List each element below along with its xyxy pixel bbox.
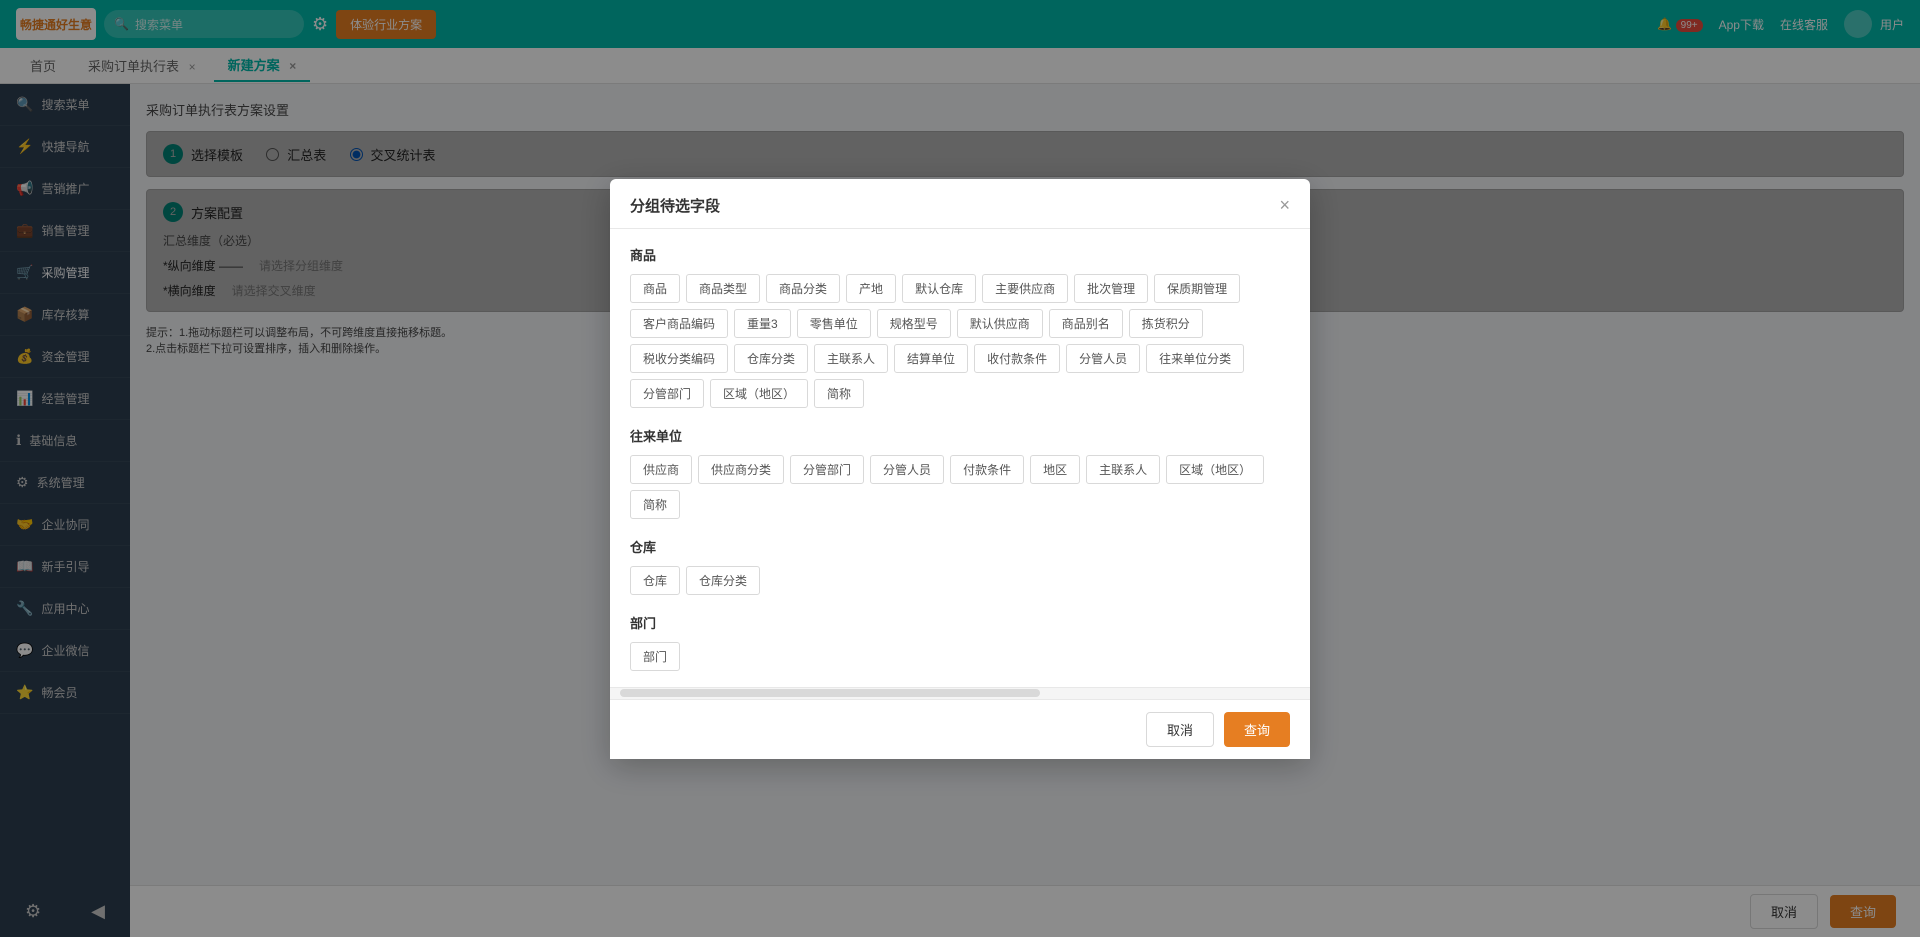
field-tag-warehouse[interactable]: 仓库 [630,566,680,595]
field-tag-main-contact-cp[interactable]: 主联系人 [1086,455,1160,484]
field-tag-retail-unit[interactable]: 零售单位 [797,309,871,338]
modal-confirm-btn[interactable]: 查询 [1224,712,1290,747]
field-group-counterpart: 往来单位 供应商 供应商分类 分管部门 分管人员 付款条件 地区 主联系人 区域… [630,426,1290,519]
field-tag-payment-condition[interactable]: 付款条件 [950,455,1024,484]
field-tag-counterpart-category[interactable]: 往来单位分类 [1146,344,1244,373]
field-tag-expiry-manage[interactable]: 保质期管理 [1154,274,1240,303]
field-tag-supplier[interactable]: 供应商 [630,455,692,484]
field-tag-short-name-cp[interactable]: 简称 [630,490,680,519]
field-tags-warehouse: 仓库 仓库分类 [630,566,1290,595]
field-tag-dept-managed-cp[interactable]: 分管部门 [790,455,864,484]
modal-cancel-btn[interactable]: 取消 [1146,712,1214,747]
field-tag-product-alias[interactable]: 商品别名 [1049,309,1123,338]
field-tag-product-type[interactable]: 商品类型 [686,274,760,303]
field-tag-product[interactable]: 商品 [630,274,680,303]
field-tag-product-category[interactable]: 商品分类 [766,274,840,303]
field-tag-dept[interactable]: 部门 [630,642,680,671]
modal-header: 分组待选字段 × [610,179,1310,229]
field-select-modal: 分组待选字段 × 商品 商品 商品类型 商品分类 产地 默认仓库 主要供应商 批… [610,179,1310,759]
field-tag-tax-code[interactable]: 税收分类编码 [630,344,728,373]
field-tag-supervisor-cp[interactable]: 分管人员 [870,455,944,484]
field-tag-settlement-unit[interactable]: 结算单位 [894,344,968,373]
field-tag-default-warehouse[interactable]: 默认仓库 [902,274,976,303]
field-tag-dept-managed[interactable]: 分管部门 [630,379,704,408]
field-tags-product: 商品 商品类型 商品分类 产地 默认仓库 主要供应商 批次管理 保质期管理 客户… [630,274,1290,408]
field-tag-payment-terms[interactable]: 收付款条件 [974,344,1060,373]
modal-body: 商品 商品 商品类型 商品分类 产地 默认仓库 主要供应商 批次管理 保质期管理… [610,229,1310,687]
modal-close-btn[interactable]: × [1279,196,1290,214]
modal-hscroll-thumb [620,689,1040,697]
field-tag-origin[interactable]: 产地 [846,274,896,303]
field-group-warehouse-title: 仓库 [630,537,1290,556]
field-group-product: 商品 商品 商品类型 商品分类 产地 默认仓库 主要供应商 批次管理 保质期管理… [630,245,1290,408]
field-tag-region-cp[interactable]: 地区 [1030,455,1080,484]
field-tag-short-name-product[interactable]: 简称 [814,379,864,408]
field-tag-pick-points[interactable]: 拣货积分 [1129,309,1203,338]
field-tag-spec-type[interactable]: 规格型号 [877,309,951,338]
field-tag-batch-manage[interactable]: 批次管理 [1074,274,1148,303]
field-tag-main-contact[interactable]: 主联系人 [814,344,888,373]
modal-horizontal-scrollbar[interactable] [610,687,1310,699]
field-group-dept: 部门 部门 [630,613,1290,671]
field-tag-main-supplier[interactable]: 主要供应商 [982,274,1068,303]
field-group-counterpart-title: 往来单位 [630,426,1290,445]
field-tag-region-product[interactable]: 区域（地区） [710,379,808,408]
field-tag-customer-code[interactable]: 客户商品编码 [630,309,728,338]
field-group-warehouse: 仓库 仓库 仓库分类 [630,537,1290,595]
modal-footer: 取消 查询 [610,699,1310,759]
field-tag-warehouse-category[interactable]: 仓库分类 [734,344,808,373]
field-tags-counterpart: 供应商 供应商分类 分管部门 分管人员 付款条件 地区 主联系人 区域（地区） … [630,455,1290,519]
field-tag-area-region-cp[interactable]: 区域（地区） [1166,455,1264,484]
field-tag-warehouse-cat[interactable]: 仓库分类 [686,566,760,595]
field-tags-dept: 部门 [630,642,1290,671]
field-group-dept-title: 部门 [630,613,1290,632]
field-group-product-title: 商品 [630,245,1290,264]
field-tag-weight3[interactable]: 重量3 [734,309,791,338]
field-tag-default-supplier[interactable]: 默认供应商 [957,309,1043,338]
modal-overlay: 分组待选字段 × 商品 商品 商品类型 商品分类 产地 默认仓库 主要供应商 批… [0,0,1920,937]
field-tag-supervisor[interactable]: 分管人员 [1066,344,1140,373]
field-tag-supplier-category[interactable]: 供应商分类 [698,455,784,484]
modal-title: 分组待选字段 [630,195,720,216]
